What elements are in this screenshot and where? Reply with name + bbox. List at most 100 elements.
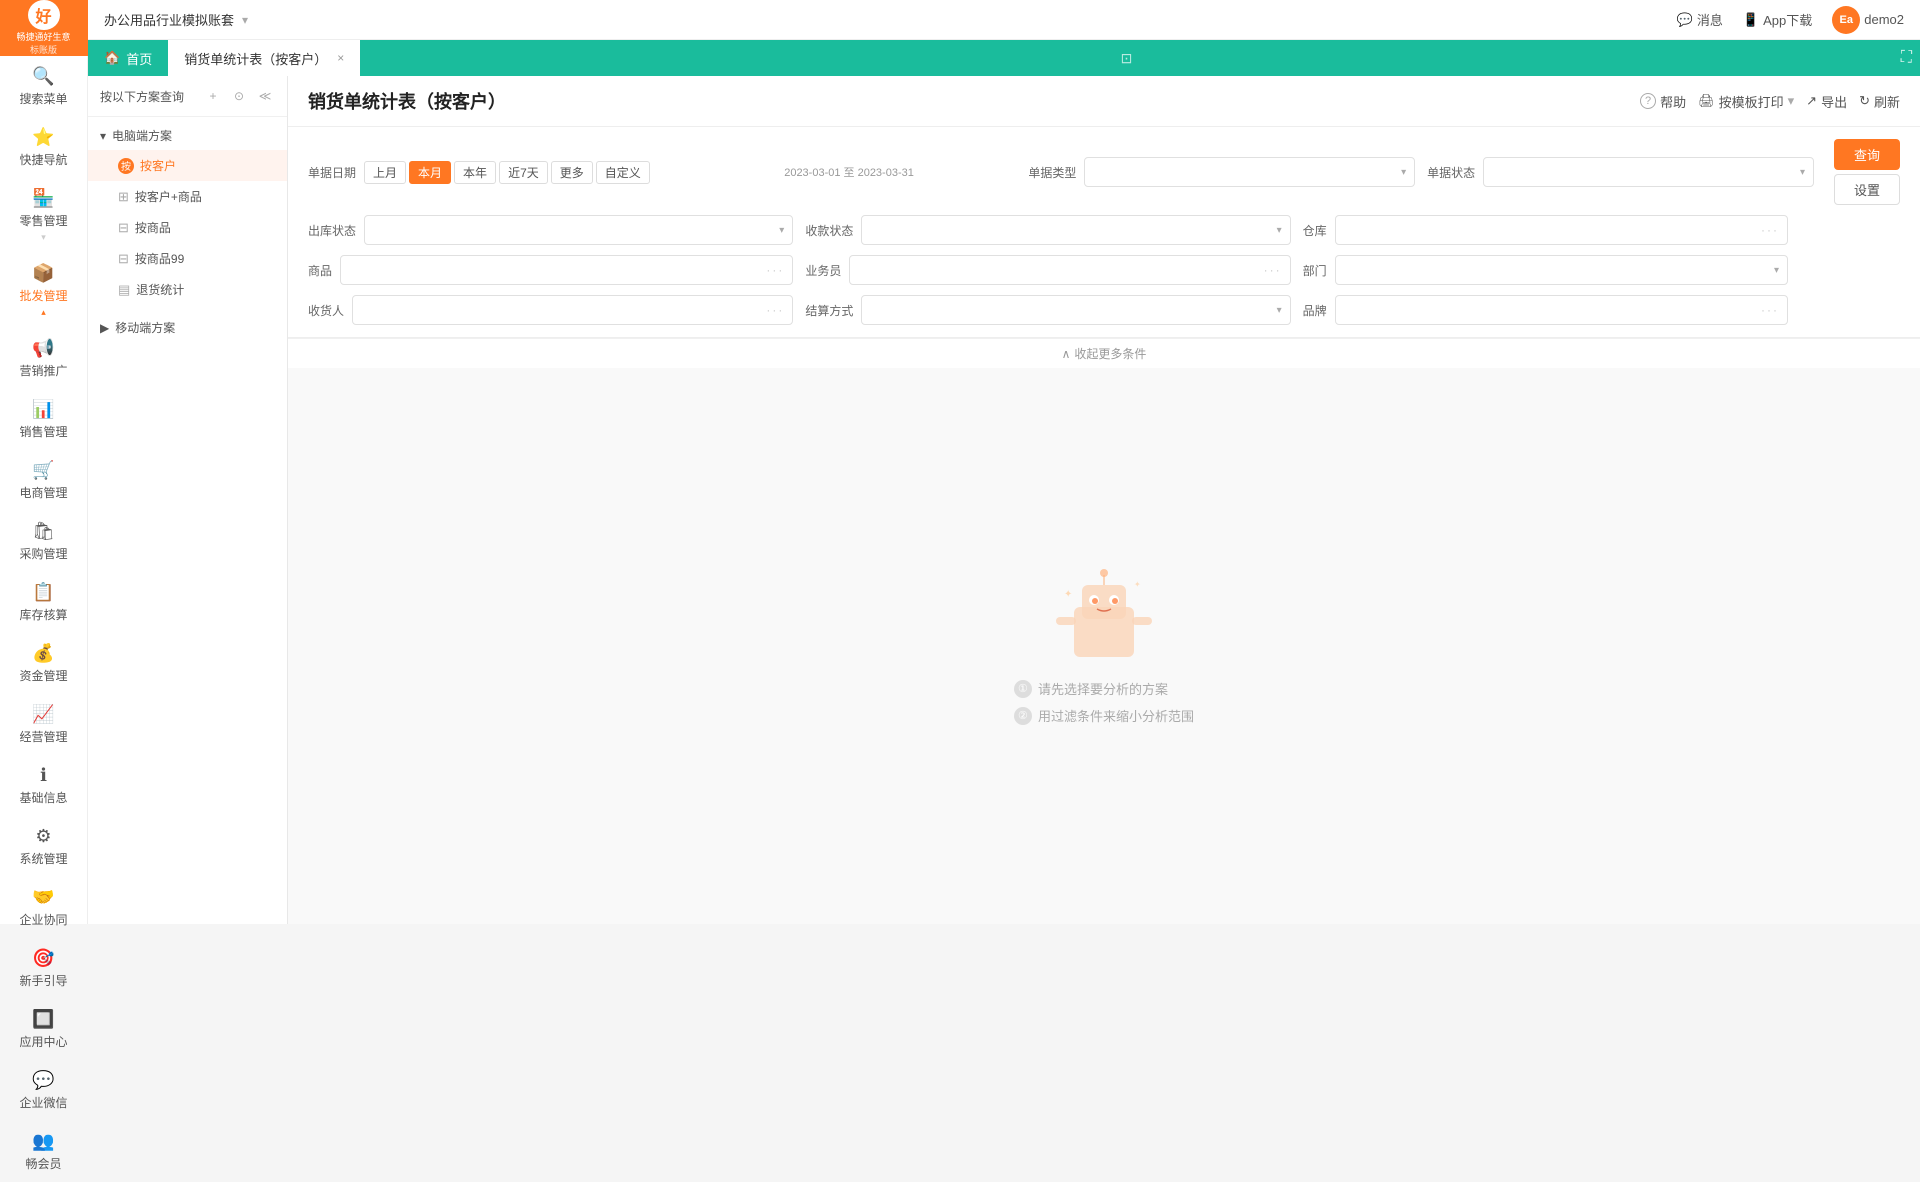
sidebar-item-ecommerce[interactable]: 🛒 电商管理: [0, 450, 87, 511]
sidebar-item-marketing[interactable]: 📢 营销推广: [0, 328, 87, 389]
query-button[interactable]: 查询: [1834, 139, 1900, 170]
receipt-status-label: 收款状态: [805, 222, 853, 239]
out-status-select[interactable]: ▾: [364, 215, 793, 245]
app-download-button[interactable]: 📱 App下载: [1743, 10, 1812, 29]
retail-icon: 🏪: [32, 188, 54, 209]
empty-hint-1: ① 请先选择要分析的方案: [1014, 679, 1194, 698]
logo-icon: 好: [28, 0, 60, 30]
sidebar-item-wholesale[interactable]: 📦 批发管理 ▴: [0, 253, 87, 328]
sidebar-item-label: 经营管理: [19, 728, 67, 745]
add-scheme-button[interactable]: +: [203, 86, 223, 106]
goods-input[interactable]: ···: [340, 255, 793, 285]
scheme-group-desktop-header[interactable]: ▾ 电脑端方案: [88, 121, 287, 150]
help-icon: ?: [1640, 93, 1656, 109]
page-actions: ? 帮助 🖨 按模板打印 ▾ ↗ 导出 ↻ 刷新: [1640, 92, 1900, 123]
sidebar-item-label: 采购管理: [19, 545, 67, 562]
inventory-icon: 📋: [32, 582, 54, 603]
search-icon: 🔍: [32, 66, 54, 87]
tab-home-label: 首页: [126, 49, 152, 68]
out-status-arrow: ▾: [779, 225, 784, 236]
sidebar-item-finance[interactable]: 💰 资金管理: [0, 633, 87, 694]
doc-status-arrow: ▾: [1800, 167, 1805, 178]
newbie-icon: 🎯: [32, 948, 54, 969]
date-label: 单据日期: [308, 164, 356, 181]
svg-text:✦: ✦: [1134, 580, 1141, 589]
scheme-item-by-customer[interactable]: 按 按客户: [88, 150, 287, 181]
collapse-bar[interactable]: ∧ 收起更多条件: [288, 338, 1920, 368]
sidebar-item-label: 畅会员: [25, 1155, 61, 1172]
export-button[interactable]: ↗ 导出: [1806, 92, 1847, 111]
refresh-button[interactable]: ↻ 刷新: [1859, 92, 1900, 111]
tab-home[interactable]: 🏠 首页: [88, 40, 168, 76]
receiver-input[interactable]: ···: [352, 295, 793, 325]
receipt-status-cell: 收款状态 ▾: [805, 215, 1290, 245]
sidebar-item-label: 营销推广: [19, 362, 67, 379]
sidebar-item-management[interactable]: 📈 经营管理: [0, 694, 87, 755]
department-select[interactable]: ▾: [1335, 255, 1788, 285]
tab-sales-stat[interactable]: 销货单统计表（按客户） ×: [168, 40, 360, 76]
date-btn-thisyear[interactable]: 本年: [454, 161, 496, 184]
filter-settings-button[interactable]: 设置: [1834, 174, 1900, 205]
sidebar-item-search[interactable]: 🔍 搜索菜单: [0, 56, 87, 117]
receipt-status-select[interactable]: ▾: [861, 215, 1290, 245]
sidebar-item-quicknav[interactable]: ⭐ 快捷导航: [0, 117, 87, 178]
bar-icon: ▤: [118, 282, 130, 298]
sidebar-item-label: 系统管理: [19, 850, 67, 867]
topbar-dropdown-icon[interactable]: ▾: [242, 13, 248, 27]
page-header: 销货单统计表（按客户） ? 帮助 🖨 按模板打印 ▾ ↗ 导出: [288, 76, 1920, 127]
date-btn-more[interactable]: 更多: [551, 161, 593, 184]
hint-text-2: 用过滤条件来缩小分析范围: [1038, 706, 1194, 725]
sidebar-item-label: 电商管理: [19, 484, 67, 501]
collapse-panel-button[interactable]: ≪: [255, 86, 275, 106]
sidebar-item-label: 快捷导航: [19, 151, 67, 168]
left-panel-header: 按以下方案查询 + ⊙ ≪: [88, 76, 287, 117]
user-menu-button[interactable]: Ea demo2: [1832, 6, 1904, 34]
sidebar-item-appcenter[interactable]: 🔲 应用中心: [0, 999, 87, 1060]
sidebar-item-inventory[interactable]: 📋 库存核算: [0, 572, 87, 633]
scheme-item-by-customer-goods[interactable]: ⊞ 按客户+商品: [88, 181, 287, 212]
doc-status-cell: 单据状态 ▾: [1427, 157, 1814, 187]
sidebar-item-retail[interactable]: 🏪 零售管理 ▾: [0, 178, 87, 253]
doc-status-select[interactable]: ▾: [1483, 157, 1814, 187]
sidebar-item-system[interactable]: ⚙ 系统管理: [0, 816, 87, 877]
sidebar-item-purchase[interactable]: 🛍 采购管理: [0, 511, 87, 572]
help-label: 帮助: [1660, 92, 1686, 111]
scheme-item-by-goods99[interactable]: ⊟ 按商品99: [88, 243, 287, 274]
left-panel: 按以下方案查询 + ⊙ ≪ ▾ 电脑端方案 按 按客户 ⊞ 按客: [88, 76, 288, 924]
warehouse-input[interactable]: ···: [1335, 215, 1788, 245]
salesperson-input[interactable]: ···: [849, 255, 1290, 285]
filter-area: 单据日期 上月 本月 本年 近7天 更多 自定义 2023-03-01 至 20…: [288, 127, 1920, 338]
scheme-group-mobile-header[interactable]: ▶ 移动端方案: [88, 313, 287, 342]
help-button[interactable]: ? 帮助: [1640, 92, 1686, 111]
message-button[interactable]: 💬 消息: [1677, 10, 1723, 29]
doc-type-select[interactable]: ▾: [1084, 157, 1415, 187]
sidebar-item-newbie[interactable]: 🎯 新手引导: [0, 938, 87, 999]
date-btn-custom[interactable]: 自定义: [596, 161, 650, 184]
settlement-select[interactable]: ▾: [861, 295, 1290, 325]
sidebar-item-basic[interactable]: ℹ 基础信息: [0, 755, 87, 816]
date-btn-thismonth[interactable]: 本月: [409, 161, 451, 184]
print-button[interactable]: 🖨 按模板打印 ▾: [1698, 92, 1794, 111]
tab-fullscreen-icon[interactable]: ⛶: [1901, 49, 1912, 67]
scheme-group-desktop: ▾ 电脑端方案 按 按客户 ⊞ 按客户+商品 ⊟ 按商品 ⊟ 按商品99: [88, 117, 287, 309]
brand-input[interactable]: ···: [1335, 295, 1788, 325]
member-icon: 👥: [32, 1131, 54, 1152]
print-dropdown-icon: ▾: [1788, 93, 1795, 109]
chevron-up-icon: ▴: [41, 307, 46, 318]
tab-expand-button[interactable]: ⊡: [1109, 40, 1145, 76]
date-btn-lastmonth[interactable]: 上月: [364, 161, 406, 184]
scheme-item-returns[interactable]: ▤ 退货统计: [88, 274, 287, 305]
scheme-item-by-goods[interactable]: ⊟ 按商品: [88, 212, 287, 243]
settlement-arrow: ▾: [1277, 305, 1282, 316]
sidebar-item-label: 资金管理: [19, 667, 67, 684]
doc-status-label: 单据状态: [1427, 164, 1475, 181]
sidebar-item-cooperation[interactable]: 🤝 企业协同: [0, 877, 87, 938]
sidebar-item-wechat[interactable]: 💬 企业微信: [0, 1060, 87, 1121]
date-btn-7days[interactable]: 近7天: [499, 161, 548, 184]
warehouse-cell: 仓库 ···: [1303, 215, 1788, 245]
settings-scheme-button[interactable]: ⊙: [229, 86, 249, 106]
sidebar-item-member[interactable]: 👥 畅会员: [0, 1121, 87, 1182]
sidebar-item-label: 企业协同: [19, 911, 67, 928]
tab-close-button[interactable]: ×: [337, 51, 344, 65]
sidebar-item-sales[interactable]: 📊 销售管理: [0, 389, 87, 450]
